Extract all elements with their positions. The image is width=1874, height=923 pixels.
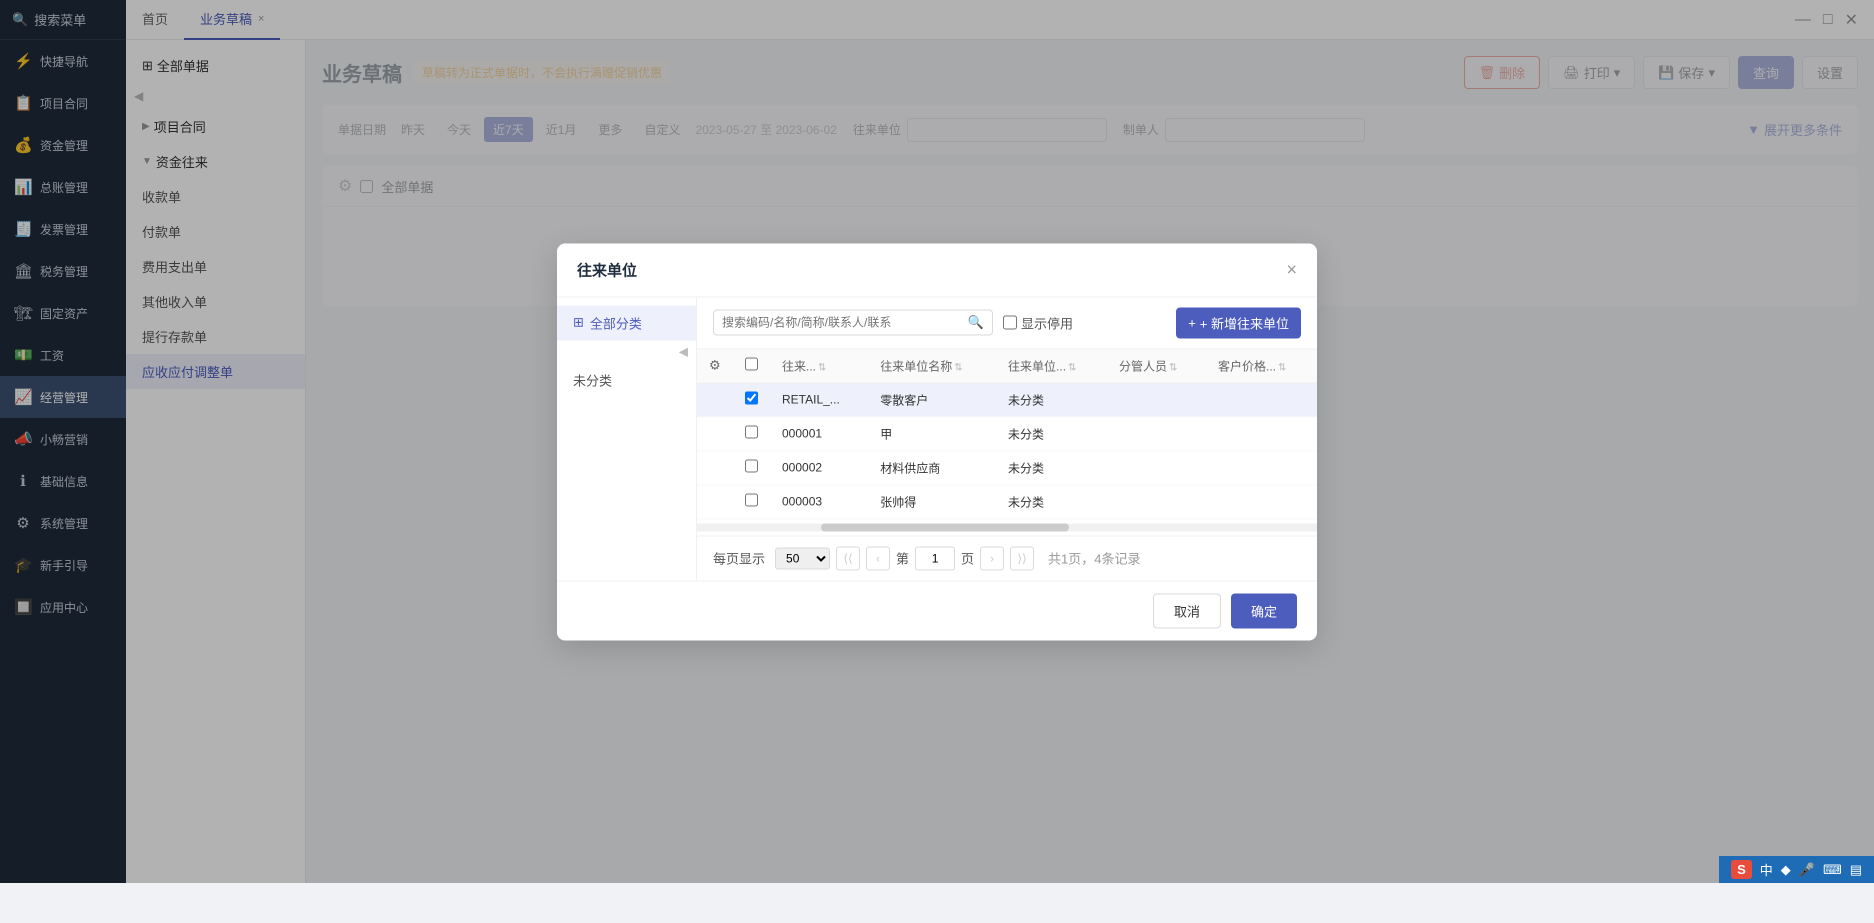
col-checkbox-header[interactable] — [733, 349, 770, 383]
row-name-cell: 材料供应商 — [868, 451, 996, 485]
modal-table: ⚙ 往来...⇅ 往来单位名称⇅ — [697, 349, 1317, 519]
row-checkbox-cell[interactable] — [733, 417, 770, 451]
row-checkbox-cell[interactable] — [733, 451, 770, 485]
col-category-header: 往来单位...⇅ — [996, 349, 1107, 383]
modal-sidebar-unclassified[interactable]: 未分类 — [557, 362, 696, 397]
new-partner-btn[interactable]: + + 新增往来单位 — [1176, 307, 1301, 338]
row-name-cell: 零散客户 — [868, 383, 996, 417]
table-row[interactable]: 000002 材料供应商 未分类 — [697, 451, 1317, 485]
sidebar-collapse-icon: ◀ — [679, 344, 688, 358]
row-price-cell — [1206, 417, 1317, 451]
modal-sidebar-sub-label: 未分类 — [573, 370, 612, 389]
cancel-button[interactable]: 取消 — [1153, 593, 1221, 628]
partner-search-box[interactable]: 🔍 — [713, 310, 993, 336]
page-number-input[interactable] — [915, 546, 955, 570]
per-page-label: 每页显示 — [713, 549, 765, 568]
row-checkbox-cell[interactable] — [733, 485, 770, 519]
row-category-cell: 未分类 — [996, 383, 1107, 417]
modal-sidebar-all-label: 全部分类 — [590, 313, 642, 332]
partner-modal: 往来单位 × ⊞ 全部分类 ◀ 未分类 🔍 — [557, 243, 1317, 640]
row-name-cell: 张帅得 — [868, 485, 996, 519]
page-label: 页 — [961, 549, 974, 568]
table-row[interactable]: 000001 甲 未分类 — [697, 417, 1317, 451]
confirm-button[interactable]: 确定 — [1231, 593, 1297, 628]
row-price-cell — [1206, 451, 1317, 485]
search-icon-modal: 🔍 — [968, 315, 984, 331]
modal-footer: 取消 确定 — [557, 580, 1317, 640]
modal-main-content: 🔍 显示停用 + + 新增往来单位 ⚙ — [697, 297, 1317, 580]
col-settings-header[interactable]: ⚙ — [697, 349, 733, 383]
row-price-cell — [1206, 485, 1317, 519]
partner-search-input[interactable] — [722, 316, 964, 330]
prev-page-btn[interactable]: ‹ — [866, 546, 890, 570]
first-page-btn[interactable]: ⟨⟨ — [836, 546, 860, 570]
page-word: 第 — [896, 549, 909, 568]
table-row[interactable]: 000003 张帅得 未分类 — [697, 485, 1317, 519]
row-settings-cell — [697, 383, 733, 417]
row-checkbox[interactable] — [745, 460, 758, 473]
sort-icon-5: ⇅ — [1278, 362, 1286, 373]
modal-sidebar-collapse[interactable]: ◀ — [557, 340, 696, 362]
row-settings-cell — [697, 417, 733, 451]
sort-icon: ⇅ — [818, 362, 826, 373]
grid-icon-modal: ⊞ — [573, 315, 584, 331]
row-checkbox[interactable] — [745, 494, 758, 507]
select-all-modal[interactable] — [745, 358, 758, 371]
modal-pagination: 每页显示 50 100 200 ⟨⟨ ‹ 第 页 › ⟩⟩ 共1页，4条记录 — [697, 535, 1317, 580]
keyboard-icon[interactable]: ⌨ — [1823, 862, 1842, 878]
sort-icon-2: ⇅ — [954, 362, 962, 373]
row-manager-cell — [1107, 485, 1206, 519]
row-category-cell: 未分类 — [996, 485, 1107, 519]
col-price-header: 客户价格...⇅ — [1206, 349, 1317, 383]
row-category-cell: 未分类 — [996, 417, 1107, 451]
show-disabled-group: 显示停用 — [1003, 313, 1073, 332]
row-checkbox[interactable] — [745, 392, 758, 405]
new-partner-label: + 新增往来单位 — [1200, 313, 1289, 332]
settings-icon-table: ⚙ — [709, 358, 721, 373]
modal-sidebar-all[interactable]: ⊞ 全部分类 — [557, 305, 696, 340]
menu-icon[interactable]: ▤ — [1850, 862, 1862, 878]
page-total-text: 共1页，4条记录 — [1048, 549, 1140, 568]
row-settings-cell — [697, 451, 733, 485]
col-code-header: 往来...⇅ — [770, 349, 868, 383]
modal-body: ⊞ 全部分类 ◀ 未分类 🔍 显示停用 — [557, 297, 1317, 580]
table-row[interactable]: RETAIL_... 零散客户 未分类 — [697, 383, 1317, 417]
row-name-cell: 甲 — [868, 417, 996, 451]
show-disabled-label: 显示停用 — [1021, 313, 1073, 332]
modal-header: 往来单位 × — [557, 243, 1317, 297]
row-code-cell: 000002 — [770, 451, 868, 485]
next-page-btn[interactable]: › — [980, 546, 1004, 570]
scrollbar-thumb[interactable] — [821, 523, 1069, 531]
row-code-cell: RETAIL_... — [770, 383, 868, 417]
modal-title: 往来单位 — [577, 259, 637, 280]
statusbar: S 中 ◆ 🎤 ⌨ ▤ — [1719, 856, 1874, 883]
row-checkbox[interactable] — [745, 426, 758, 439]
col-manager-header: 分管人员⇅ — [1107, 349, 1206, 383]
row-price-cell — [1206, 383, 1317, 417]
input-method-label[interactable]: 中 — [1760, 860, 1773, 879]
add-icon: + — [1188, 315, 1196, 330]
last-page-btn[interactable]: ⟩⟩ — [1010, 546, 1034, 570]
row-manager-cell — [1107, 451, 1206, 485]
modal-toolbar: 🔍 显示停用 + + 新增往来单位 — [697, 297, 1317, 349]
sort-icon-3: ⇅ — [1068, 362, 1076, 373]
sort-icon-4: ⇅ — [1169, 362, 1177, 373]
modal-scrollbar[interactable] — [697, 523, 1317, 531]
row-manager-cell — [1107, 383, 1206, 417]
per-page-select[interactable]: 50 100 200 — [775, 547, 830, 569]
row-checkbox-cell[interactable] — [733, 383, 770, 417]
mic-icon[interactable]: 🎤 — [1799, 862, 1815, 878]
modal-close-icon[interactable]: × — [1286, 259, 1297, 280]
row-category-cell: 未分类 — [996, 451, 1107, 485]
show-disabled-checkbox[interactable] — [1003, 316, 1017, 330]
row-code-cell: 000001 — [770, 417, 868, 451]
diamond-icon: ◆ — [1781, 862, 1791, 878]
modal-sidebar: ⊞ 全部分类 ◀ 未分类 — [557, 297, 697, 580]
col-name-header: 往来单位名称⇅ — [868, 349, 996, 383]
table-header-row: ⚙ 往来...⇅ 往来单位名称⇅ — [697, 349, 1317, 383]
row-manager-cell — [1107, 417, 1206, 451]
row-code-cell: 000003 — [770, 485, 868, 519]
row-settings-cell — [697, 485, 733, 519]
logo: S — [1731, 860, 1752, 879]
